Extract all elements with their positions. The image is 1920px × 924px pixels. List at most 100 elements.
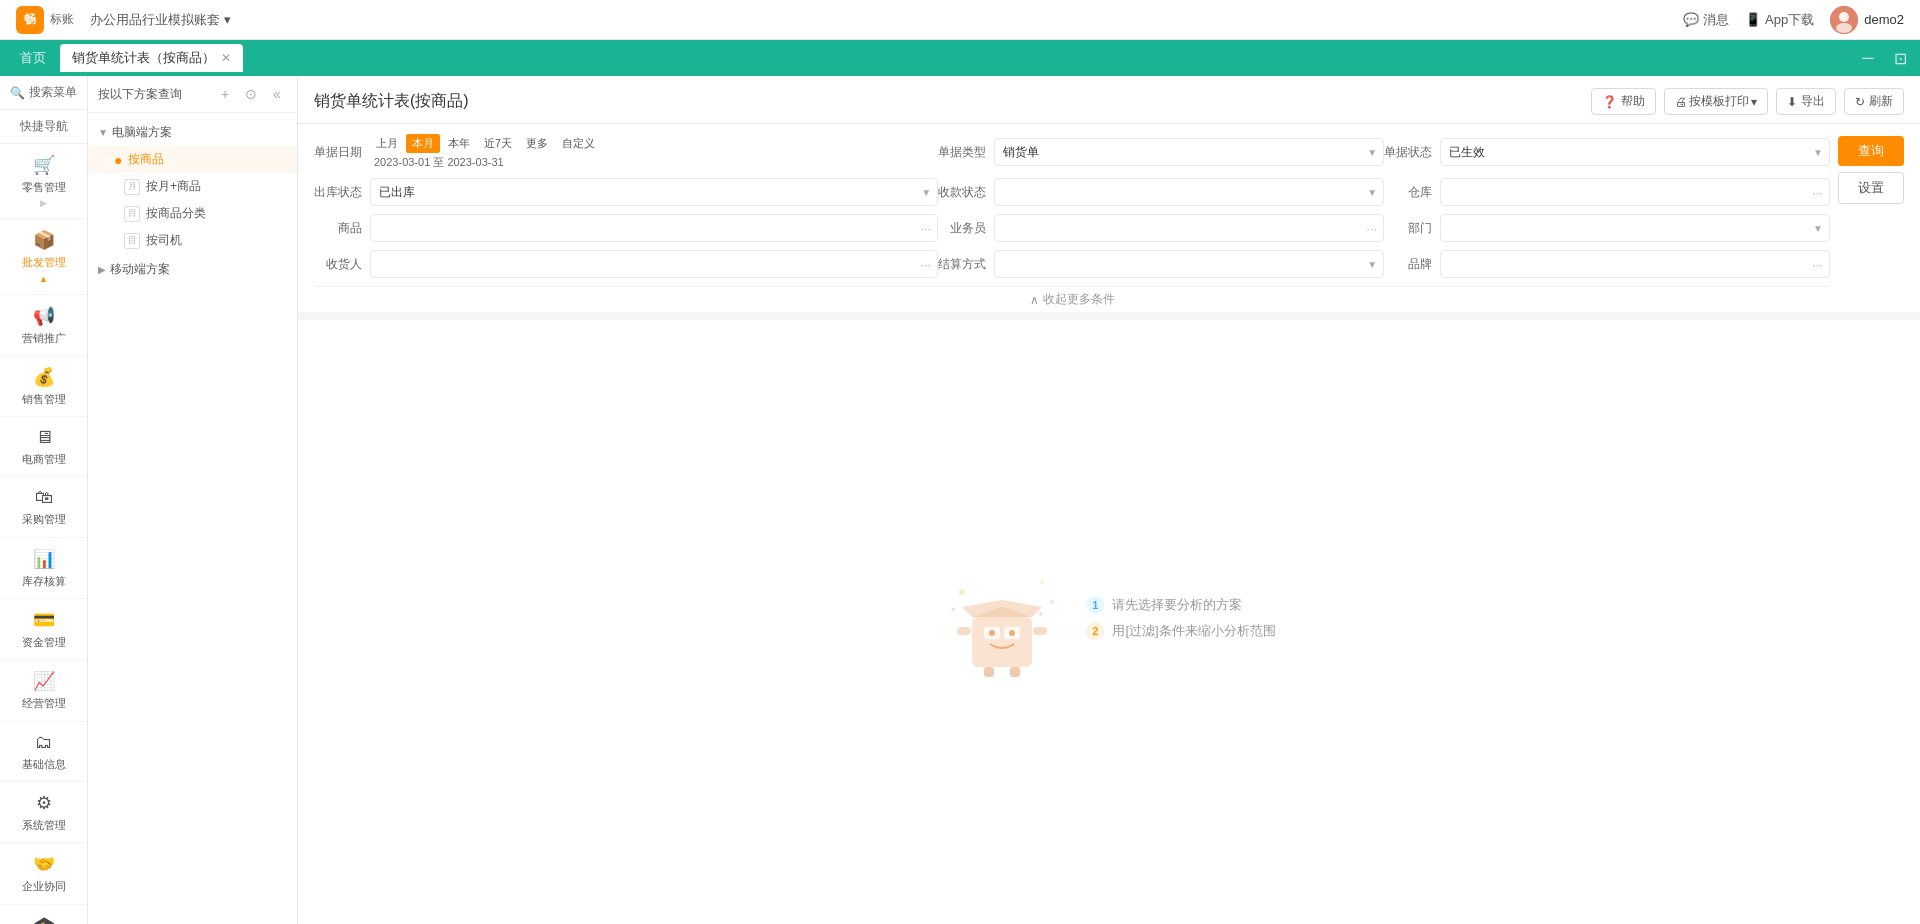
section-divider xyxy=(298,312,1920,320)
sales-icon: 💰 xyxy=(33,366,55,388)
tree-collapsed-icon: ▶ xyxy=(98,264,106,275)
tree-group-pc-header[interactable]: ▼ 电脑端方案 xyxy=(88,119,297,146)
brand-label: 品牌 xyxy=(1384,256,1440,273)
sidebar-item-inventory[interactable]: 📊 库存核算 xyxy=(0,538,87,599)
department-select[interactable] xyxy=(1440,214,1830,242)
tab-report[interactable]: 销货单统计表（按商品） ✕ xyxy=(60,44,243,72)
filter-date: 单据日期 上月 本月 本年 近7天 更多 自定义 20 xyxy=(314,134,938,170)
pay-status-label: 收款状态 xyxy=(938,184,994,201)
filter-area: 单据日期 上月 本月 本年 近7天 更多 自定义 20 xyxy=(298,124,1920,312)
wholesale-icon: 📦 xyxy=(33,229,55,251)
tree-item-by-category[interactable]: 目 按商品分类 xyxy=(88,200,297,227)
svg-rect-8 xyxy=(957,627,971,635)
query-button[interactable]: 查询 xyxy=(1838,136,1904,166)
left-panel-header: 按以下方案查询 + ⊙ « xyxy=(88,76,297,113)
collapse-panel-button[interactable]: « xyxy=(267,84,287,104)
sidebar-item-wholesale[interactable]: 📦 批发管理 ▲ xyxy=(0,219,87,294)
date-btn-custom[interactable]: 自定义 xyxy=(556,134,601,153)
sidebar-item-operation[interactable]: 📈 经营管理 xyxy=(0,660,87,721)
tree-group-mobile-label: 移动端方案 xyxy=(110,261,170,278)
sidebar-item-basic[interactable]: 🗂 基础信息 xyxy=(0,722,87,782)
workspace-arrow-icon: ▾ xyxy=(224,12,231,27)
payment-method-select[interactable] xyxy=(994,250,1384,278)
date-btn-this-month[interactable]: 本月 xyxy=(406,134,440,153)
sidebar-label-inventory: 库存核算 xyxy=(22,574,66,588)
date-btn-more[interactable]: 更多 xyxy=(520,134,554,153)
message-action[interactable]: 💬 消息 xyxy=(1683,11,1729,29)
export-button[interactable]: ⬇ 导出 xyxy=(1776,88,1836,115)
tab-home[interactable]: 首页 xyxy=(8,44,58,72)
hint-text-2: 用[过滤]条件来缩小分析范围 xyxy=(1112,622,1275,640)
month-icon: 月 xyxy=(124,179,140,195)
date-btn-last-7-days[interactable]: 近7天 xyxy=(478,134,518,153)
add-scheme-button[interactable]: + xyxy=(215,84,235,104)
doc-status-value: 已生效 xyxy=(1449,144,1485,161)
app-download-action[interactable]: 📱 App下载 xyxy=(1745,11,1814,29)
salesperson-input[interactable]: ··· xyxy=(994,214,1384,242)
sidebar-label-operation: 经营管理 xyxy=(22,696,66,710)
settings-scheme-button[interactable]: ⊙ xyxy=(241,84,261,104)
product-input[interactable]: ··· xyxy=(370,214,938,242)
date-btn-this-year[interactable]: 本年 xyxy=(442,134,476,153)
sidebar-item-retail[interactable]: 🛒 零售管理 ▶ xyxy=(0,144,87,219)
user-area[interactable]: demo2 xyxy=(1830,6,1904,34)
filter-doc-status: 单据状态 已生效 xyxy=(1384,138,1830,166)
tree-group-pc-label: 电脑端方案 xyxy=(112,124,172,141)
basic-icon: 🗂 xyxy=(35,732,53,753)
tab-close-icon[interactable]: ✕ xyxy=(221,51,231,65)
retail-icon: 🛒 xyxy=(33,154,55,176)
tree-item-by-product[interactable]: ● 按商品 xyxy=(88,146,297,173)
setting-button[interactable]: 设置 xyxy=(1838,172,1904,204)
active-dot-icon: ● xyxy=(114,152,122,168)
out-status-select[interactable]: 已出库 xyxy=(370,178,938,206)
print-button[interactable]: 🖨 按模板打印 ▾ xyxy=(1664,88,1768,115)
filter-out-status: 出库状态 已出库 xyxy=(314,178,938,206)
sidebar-item-system[interactable]: ⚙ 系统管理 xyxy=(0,782,87,843)
sidebar-item-marketing[interactable]: 📢 营销推广 xyxy=(0,295,87,356)
doc-status-select[interactable]: 已生效 xyxy=(1440,138,1830,166)
refresh-button[interactable]: ↻ 刷新 xyxy=(1844,88,1904,115)
action-buttons: 查询 设置 xyxy=(1838,134,1904,204)
date-btn-last-month[interactable]: 上月 xyxy=(370,134,404,153)
help-button[interactable]: ❓ 帮助 xyxy=(1591,88,1656,115)
sidebar-item-sales[interactable]: 💰 销售管理 xyxy=(0,356,87,417)
avatar xyxy=(1830,6,1858,34)
warehouse-input[interactable]: ··· xyxy=(1440,178,1830,206)
top-bar: 畅 标账 办公用品行业模拟账套 ▾ 💬 消息 📱 App下载 demo2 xyxy=(0,0,1920,40)
sidebar-search[interactable]: 🔍 搜索菜单 xyxy=(0,76,87,110)
message-label: 消息 xyxy=(1703,11,1729,29)
sidebar-item-guide[interactable]: 🎓 新手引导 xyxy=(0,905,87,924)
guide-icon: 🎓 xyxy=(33,915,55,924)
warehouse-label: 仓库 xyxy=(1384,184,1440,201)
svg-point-13 xyxy=(1040,580,1044,584)
sidebar-item-corp[interactable]: 🤝 企业协同 xyxy=(0,843,87,904)
tab-minimize-icon[interactable]: ─ xyxy=(1856,46,1880,70)
sidebar-quick-nav[interactable]: 快捷导航 xyxy=(0,110,87,144)
tab-maximize-icon[interactable]: ⊡ xyxy=(1888,46,1912,70)
receiver-input[interactable]: ··· xyxy=(370,250,938,278)
tabs-bar: 首页 销货单统计表（按商品） ✕ ─ ⊡ xyxy=(0,40,1920,76)
pay-status-select[interactable] xyxy=(994,178,1384,206)
sidebar-item-finance[interactable]: 💳 资金管理 xyxy=(0,599,87,660)
sidebar-item-purchase[interactable]: 🛍 采购管理 xyxy=(0,477,87,537)
filter-product: 商品 ··· xyxy=(314,214,938,242)
workspace-selector[interactable]: 办公用品行业模拟账套 ▾ xyxy=(82,7,239,33)
doc-type-select[interactable]: 销货单 xyxy=(994,138,1384,166)
brand-input[interactable]: ··· xyxy=(1440,250,1830,278)
corp-icon: 🤝 xyxy=(33,853,55,875)
sidebar-item-ecommerce[interactable]: 🖥 电商管理 xyxy=(0,417,87,477)
collapse-button[interactable]: ∧ 收起更多条件 xyxy=(314,286,1830,312)
tree-group-mobile-header[interactable]: ▶ 移动端方案 xyxy=(88,256,297,283)
tree-item-by-driver[interactable]: 目 按司机 xyxy=(88,227,297,254)
filter-payment-method: 结算方式 xyxy=(938,250,1384,278)
svg-rect-9 xyxy=(1033,627,1047,635)
filter-warehouse: 仓库 ··· xyxy=(1384,178,1830,206)
department-label: 部门 xyxy=(1384,220,1440,237)
tree-expand-icon: ▼ xyxy=(98,127,108,138)
sidebar-nav-label: 快捷导航 xyxy=(20,118,68,135)
tree-item-by-month-product[interactable]: 月 按月+商品 xyxy=(88,173,297,200)
sidebar-label-sales: 销售管理 xyxy=(22,392,66,406)
out-status-value: 已出库 xyxy=(379,184,415,201)
hint-2: 2 用[过滤]条件来缩小分析范围 xyxy=(1086,622,1275,640)
svg-point-14 xyxy=(1050,600,1054,604)
